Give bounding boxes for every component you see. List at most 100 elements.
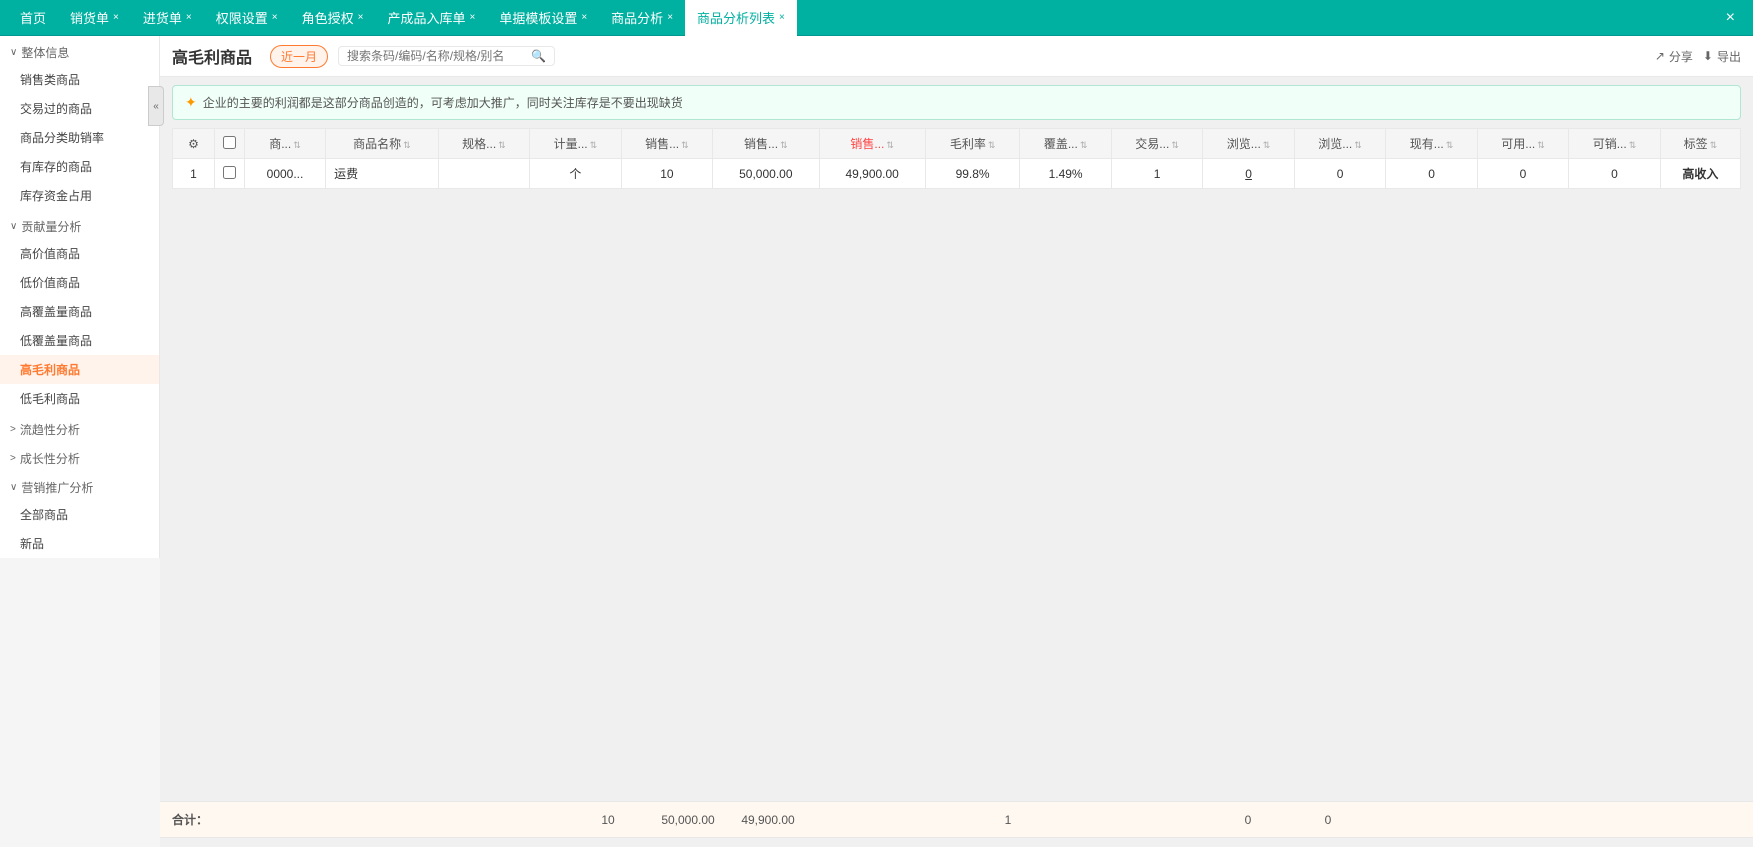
search-icon[interactable]: 🔍 — [531, 49, 546, 63]
arrow-growth: > — [10, 453, 16, 464]
footer-stock-current: 0 — [1208, 813, 1288, 827]
row-coverage: 1.49% — [1020, 159, 1111, 189]
nav-item-inbound[interactable]: 产成品入库单 × — [375, 0, 487, 36]
nav-close-template[interactable]: × — [581, 12, 587, 23]
bottom-scrollbar[interactable] — [160, 837, 1753, 847]
sidebar-item-traded-goods[interactable]: 交易过的商品 — [0, 94, 159, 123]
export-icon: ⬇ — [1703, 49, 1713, 63]
row-views1[interactable]: 0 — [1203, 159, 1294, 189]
arrow-flow: > — [10, 424, 16, 435]
sidebar-item-high-coverage[interactable]: 高覆盖量商品 — [0, 297, 159, 326]
footer-empty3 — [1048, 813, 1128, 827]
col-code[interactable]: 商...⇅ — [244, 129, 325, 159]
table-wrapper[interactable]: ⚙ 商...⇅ 商品名称⇅ 规格...⇅ 计量...⇅ 销售...⇅ 销售...… — [160, 128, 1753, 801]
row-checkbox[interactable] — [214, 159, 244, 189]
info-banner: ✦ 企业的主要的利润都是这部分商品创造的，可考虑加大推广，同时关注库存是不要出现… — [172, 85, 1741, 120]
search-input[interactable] — [347, 49, 527, 63]
sidebar-section-flow[interactable]: > 流趋性分析 — [0, 413, 159, 442]
sidebar: ∨ 整体信息 销售类商品 交易过的商品 商品分类助销率 有库存的商品 库存资金占… — [0, 36, 160, 558]
col-sales-cost[interactable]: 销售...⇅ — [819, 129, 925, 159]
sidebar-item-high-value[interactable]: 高价值商品 — [0, 239, 159, 268]
footer-empty4 — [1128, 813, 1208, 827]
period-button[interactable]: 近一月 — [270, 45, 328, 68]
nav-right: × — [1716, 9, 1745, 27]
col-coverage[interactable]: 覆盖...⇅ — [1020, 129, 1111, 159]
col-checkbox[interactable] — [214, 129, 244, 159]
table-row: 1 0000... 运费 个 10 50,000.00 49,900.00 99… — [173, 159, 1741, 189]
nav-item-analysis[interactable]: 商品分析 × — [599, 0, 685, 36]
sidebar-item-high-margin[interactable]: 高毛利商品 — [0, 355, 159, 384]
footer-sales-qty: 10 — [568, 813, 648, 827]
data-table: ⚙ 商...⇅ 商品名称⇅ 规格...⇅ 计量...⇅ 销售...⇅ 销售...… — [172, 128, 1741, 189]
footer-empty1 — [808, 813, 888, 827]
col-name[interactable]: 商品名称⇅ — [326, 129, 439, 159]
nav-close-analysis-list[interactable]: × — [779, 12, 785, 23]
sidebar-collapse-button[interactable]: « — [148, 86, 164, 126]
nav-item-permission[interactable]: 权限设置 × — [204, 0, 290, 36]
nav-close-analysis[interactable]: × — [667, 12, 673, 23]
sidebar-wrapper: ∨ 整体信息 销售类商品 交易过的商品 商品分类助销率 有库存的商品 库存资金占… — [0, 36, 160, 847]
search-box: 🔍 — [338, 46, 555, 66]
select-all-checkbox[interactable] — [223, 136, 236, 149]
row-name[interactable]: 运费 — [326, 159, 439, 189]
nav-item-home[interactable]: 首页 — [8, 0, 58, 36]
sidebar-item-sales-goods[interactable]: 销售类商品 — [0, 65, 159, 94]
col-views1[interactable]: 浏览...⇅ — [1203, 129, 1294, 159]
sidebar-section-marketing[interactable]: ∨ 营销推广分析 — [0, 471, 159, 500]
sidebar-item-stocked-goods[interactable]: 有库存的商品 — [0, 152, 159, 181]
arrow-contribution: ∨ — [10, 221, 17, 232]
sidebar-item-stock-capital[interactable]: 库存资金占用 — [0, 181, 159, 210]
sidebar-item-low-margin[interactable]: 低毛利商品 — [0, 384, 159, 413]
sidebar-item-all-goods[interactable]: 全部商品 — [0, 500, 159, 529]
col-views2[interactable]: 浏览...⇅ — [1294, 129, 1385, 159]
export-button[interactable]: ⬇ 导出 — [1703, 48, 1741, 65]
nav-close-role[interactable]: × — [358, 12, 364, 23]
row-views2: 0 — [1294, 159, 1385, 189]
col-sales-amount[interactable]: 销售...⇅ — [713, 129, 819, 159]
col-stock-available[interactable]: 可用...⇅ — [1477, 129, 1568, 159]
col-stock-current[interactable]: 现有...⇅ — [1386, 129, 1477, 159]
nav-item-role[interactable]: 角色授权 × — [290, 0, 376, 36]
sidebar-section-contribution[interactable]: ∨ 贡献量分析 — [0, 210, 159, 239]
sidebar-item-new-goods[interactable]: 新品 — [0, 529, 159, 558]
nav-item-template[interactable]: 单据模板设置 × — [487, 0, 599, 36]
sidebar-section-growth[interactable]: > 成长性分析 — [0, 442, 159, 471]
row-trade: 1 — [1111, 159, 1202, 189]
col-trade[interactable]: 交易...⇅ — [1111, 129, 1202, 159]
row-code: 0000... — [244, 159, 325, 189]
row-sales-amount: 50,000.00 — [713, 159, 819, 189]
footer-sales-cost: 49,900.00 — [728, 813, 808, 827]
row-index: 1 — [173, 159, 215, 189]
table-footer: 合计： 10 50,000.00 49,900.00 1 0 0 — [160, 801, 1753, 837]
row-gross-margin: 99.8% — [925, 159, 1020, 189]
content-header: 高毛利商品 近一月 🔍 ↗ 分享 ⬇ 导出 — [160, 36, 1753, 77]
nav-item-purchase[interactable]: 进货单 × — [131, 0, 204, 36]
share-icon: ↗ — [1655, 49, 1665, 63]
col-sales-qty[interactable]: 销售...⇅ — [621, 129, 712, 159]
row-stock-current: 0 — [1386, 159, 1477, 189]
window-close-button[interactable]: × — [1716, 9, 1745, 26]
nav-item-analysis-list[interactable]: 商品分析列表 × — [685, 0, 797, 36]
col-unit[interactable]: 计量...⇅ — [530, 129, 621, 159]
footer-sales-amount: 50,000.00 — [648, 813, 728, 827]
col-spec[interactable]: 规格...⇅ — [438, 129, 529, 159]
row-stock-saleable: 0 — [1569, 159, 1660, 189]
nav-close-purchase[interactable]: × — [186, 12, 192, 23]
col-stock-saleable[interactable]: 可销...⇅ — [1569, 129, 1660, 159]
footer-label: 合计： — [172, 811, 208, 828]
nav-close-inbound[interactable]: × — [469, 12, 475, 23]
share-button[interactable]: ↗ 分享 — [1655, 48, 1693, 65]
footer-trade: 1 — [968, 813, 1048, 827]
nav-close-sales[interactable]: × — [113, 12, 119, 23]
nav-close-permission[interactable]: × — [272, 12, 278, 23]
sidebar-item-low-value[interactable]: 低价值商品 — [0, 268, 159, 297]
row-tag: 高收入 — [1660, 159, 1740, 189]
sidebar-item-category-rate[interactable]: 商品分类助销率 — [0, 123, 159, 152]
col-gross-margin[interactable]: 毛利率⇅ — [925, 129, 1020, 159]
col-tag[interactable]: 标签⇅ — [1660, 129, 1740, 159]
sidebar-section-overall[interactable]: ∨ 整体信息 — [0, 36, 159, 65]
row-sales-cost: 49,900.00 — [819, 159, 925, 189]
col-settings[interactable]: ⚙ — [173, 129, 215, 159]
nav-item-sales[interactable]: 销货单 × — [58, 0, 131, 36]
sidebar-item-low-coverage[interactable]: 低覆盖量商品 — [0, 326, 159, 355]
